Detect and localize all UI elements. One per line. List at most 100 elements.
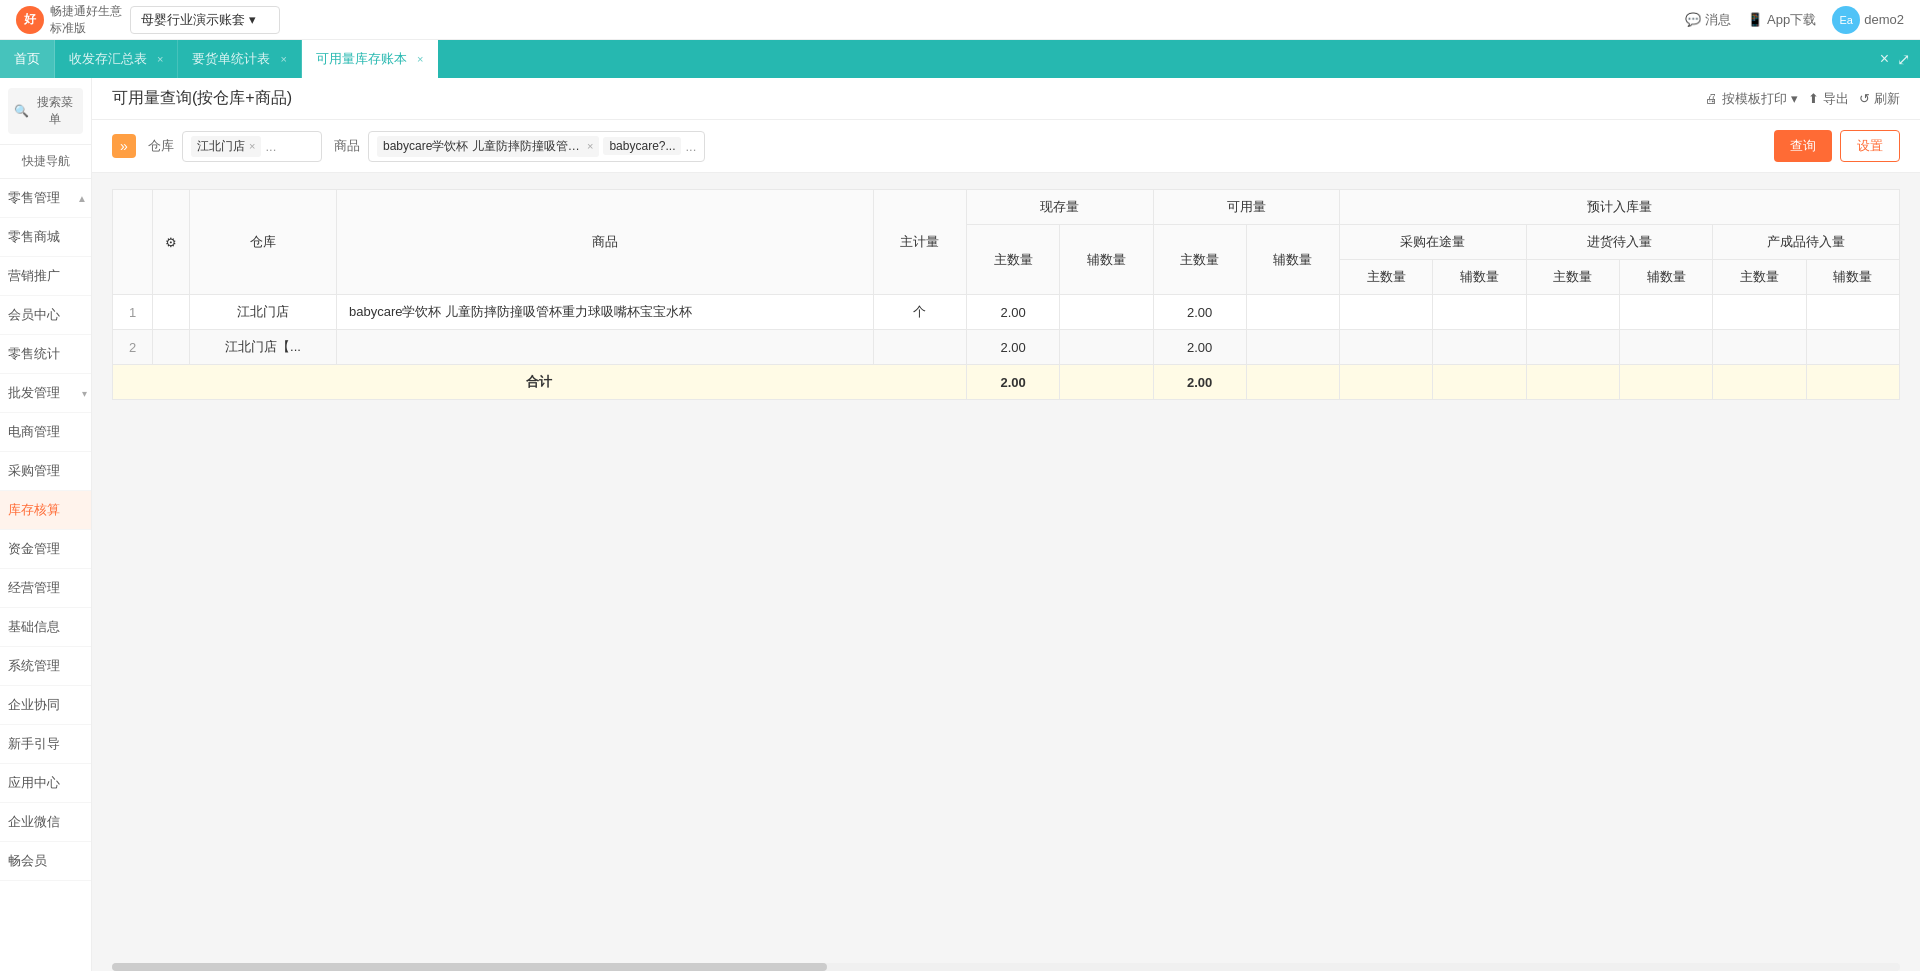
row-avail-aux <box>1246 330 1339 365</box>
footer-label: 合计 <box>113 365 967 400</box>
chevron-icon: ▲ <box>77 193 87 204</box>
sidebar-item-finance[interactable]: 资金管理 <box>0 530 91 569</box>
message-button[interactable]: 💬 消息 <box>1685 11 1731 29</box>
th-stock-main: 主数量 <box>966 225 1059 295</box>
sidebar-item-system[interactable]: 系统管理 <box>0 647 91 686</box>
sidebar-item-zero-sales[interactable]: 零售管理 ▲ <box>0 179 91 218</box>
sidebar-item-label: 零售统计 <box>8 345 60 363</box>
fullscreen-button[interactable]: ⤢ <box>1897 50 1910 69</box>
sidebar-item-basic[interactable]: 基础信息 <box>0 608 91 647</box>
product-tag1-remove[interactable]: × <box>587 140 593 152</box>
sidebar-item-label: 畅会员 <box>8 852 47 870</box>
tab-home-label: 首页 <box>14 50 40 68</box>
sidebar-item-purchase[interactable]: 采购管理 <box>0 452 91 491</box>
sidebar-item-vip[interactable]: 畅会员 <box>0 842 91 881</box>
nav-tabs-actions: × ⤢ <box>1870 40 1920 78</box>
filter-actions: 查询 设置 <box>1774 130 1900 162</box>
warehouse-input[interactable]: 江北门店 × ... <box>182 131 322 162</box>
search-menu-button[interactable]: 🔍 搜索菜单 <box>8 88 83 134</box>
sidebar-item-member[interactable]: 会员中心 <box>0 296 91 335</box>
row-product <box>337 330 874 365</box>
warehouse-label: 仓库 <box>148 137 174 155</box>
row-stock-main: 2.00 <box>966 330 1059 365</box>
sidebar-item-wechat[interactable]: 企业微信 <box>0 803 91 842</box>
refresh-label: 刷新 <box>1874 90 1900 108</box>
industry-selector[interactable]: 母婴行业演示账套 ▾ <box>130 6 280 34</box>
footer-stock-aux <box>1060 365 1153 400</box>
product-input[interactable]: babycare学饮杯 儿童防摔防撞吸管杯重力球吸嘴杯宝宝水杯 × babyca… <box>368 131 705 162</box>
sidebar-item-appstore[interactable]: 应用中心 <box>0 764 91 803</box>
chevron-down-icon: ▾ <box>249 12 256 27</box>
user-profile[interactable]: Ea demo2 <box>1832 6 1904 34</box>
row-warehouse: 江北门店 <box>190 295 337 330</box>
th-rownum <box>113 190 153 295</box>
sidebar-item-zero-stats[interactable]: 零售统计 <box>0 335 91 374</box>
tab-kucun-close[interactable]: × <box>417 53 423 65</box>
tab-shoufacu-close[interactable]: × <box>157 53 163 65</box>
sidebar-item-label: 企业协同 <box>8 696 60 714</box>
th-prod-pending-aux: 辅数量 <box>1806 260 1899 295</box>
sidebar-item-wholesale[interactable]: 批发管理 ▾ <box>0 374 91 413</box>
export-button[interactable]: ⬆ 导出 <box>1808 90 1849 108</box>
quick-nav-button[interactable]: 快捷导航 <box>0 145 91 179</box>
tab-home[interactable]: 首页 <box>0 40 55 78</box>
tab-kucun[interactable]: 可用量库存账本 × <box>302 40 438 78</box>
chevron-down-icon: ▾ <box>1791 91 1798 106</box>
scroll-thumb[interactable] <box>112 963 827 971</box>
row-pur-transit-aux <box>1433 295 1526 330</box>
query-button[interactable]: 查询 <box>1774 130 1832 162</box>
warehouse-more-btn[interactable]: ... <box>265 139 276 154</box>
close-all-button[interactable]: × <box>1880 50 1889 68</box>
print-button[interactable]: 🖨 按模板打印 ▾ <box>1705 90 1798 108</box>
th-avail-main: 主数量 <box>1153 225 1246 295</box>
row-prod-pending-aux <box>1806 330 1899 365</box>
app-download-button[interactable]: 📱 App下载 <box>1747 11 1816 29</box>
th-prod-pending-main: 主数量 <box>1713 260 1806 295</box>
export-icon: ⬆ <box>1808 91 1819 106</box>
footer-avail-main: 2.00 <box>1153 365 1246 400</box>
setting-button[interactable]: 设置 <box>1840 130 1900 162</box>
product-more-btn[interactable]: ... <box>685 139 696 154</box>
row-warehouse: 江北门店【... <box>190 330 337 365</box>
message-icon: 💬 <box>1685 12 1701 27</box>
th-planned-in: 预计入库量 <box>1340 190 1900 225</box>
tab-yaohuo-close[interactable]: × <box>280 53 286 65</box>
row-prod-pending-aux <box>1806 295 1899 330</box>
th-purchase-pending: 进货待入量 <box>1526 225 1713 260</box>
sidebar-item-label: 零售管理 <box>8 189 60 207</box>
tab-yaohuo-label: 要货单统计表 <box>192 50 270 68</box>
sidebar-item-operations[interactable]: 经营管理 <box>0 569 91 608</box>
footer-stock-main: 2.00 <box>966 365 1059 400</box>
row-pur-pending-aux <box>1620 330 1713 365</box>
th-settings[interactable]: ⚙ <box>153 190 190 295</box>
sidebar-item-ecommerce[interactable]: 电商管理 <box>0 413 91 452</box>
main-layout: 🔍 搜索菜单 快捷导航 零售管理 ▲ 零售商城 营销推广 会员中心 零售统计 批… <box>0 78 1920 971</box>
row-unit <box>873 330 966 365</box>
sidebar-item-inventory[interactable]: 库存核算 <box>0 491 91 530</box>
tab-yaohuo[interactable]: 要货单统计表 × <box>178 40 301 78</box>
refresh-button[interactable]: ↺ 刷新 <box>1859 90 1900 108</box>
sidebar-item-zero-mall[interactable]: 零售商城 <box>0 218 91 257</box>
row-stock-aux <box>1060 295 1153 330</box>
download-icon: 📱 <box>1747 12 1763 27</box>
footer-pur-transit-aux <box>1433 365 1526 400</box>
sidebar-item-label: 基础信息 <box>8 618 60 636</box>
warehouse-tag-remove[interactable]: × <box>249 140 255 152</box>
product-label: 商品 <box>334 137 360 155</box>
app-download-label: App下载 <box>1767 11 1816 29</box>
scroll-track[interactable] <box>112 963 1900 971</box>
logo-icon: 好 <box>16 6 44 34</box>
expand-filter-button[interactable]: » <box>112 134 136 158</box>
content-area: 可用量查询(按仓库+商品) 🖨 按模板打印 ▾ ⬆ 导出 ↺ 刷新 » <box>92 78 1920 971</box>
tab-shoufacu[interactable]: 收发存汇总表 × <box>55 40 178 78</box>
sidebar-item-marketing[interactable]: 营销推广 <box>0 257 91 296</box>
table-row: 1 江北门店 babycare学饮杯 儿童防摔防撞吸管杯重力球吸嘴杯宝宝水杯 个… <box>113 295 1900 330</box>
sidebar-item-label: 经营管理 <box>8 579 60 597</box>
sidebar-item-label: 资金管理 <box>8 540 60 558</box>
row-settings <box>153 295 190 330</box>
sidebar-item-newbie[interactable]: 新手引导 <box>0 725 91 764</box>
footer-avail-aux <box>1246 365 1339 400</box>
tab-shoufacu-label: 收发存汇总表 <box>69 50 147 68</box>
sidebar-item-enterprise[interactable]: 企业协同 <box>0 686 91 725</box>
data-table: ⚙ 仓库 商品 主计量 现存量 可用量 预计入库量 主数量 辅数量 主数量 辅数… <box>112 189 1900 400</box>
